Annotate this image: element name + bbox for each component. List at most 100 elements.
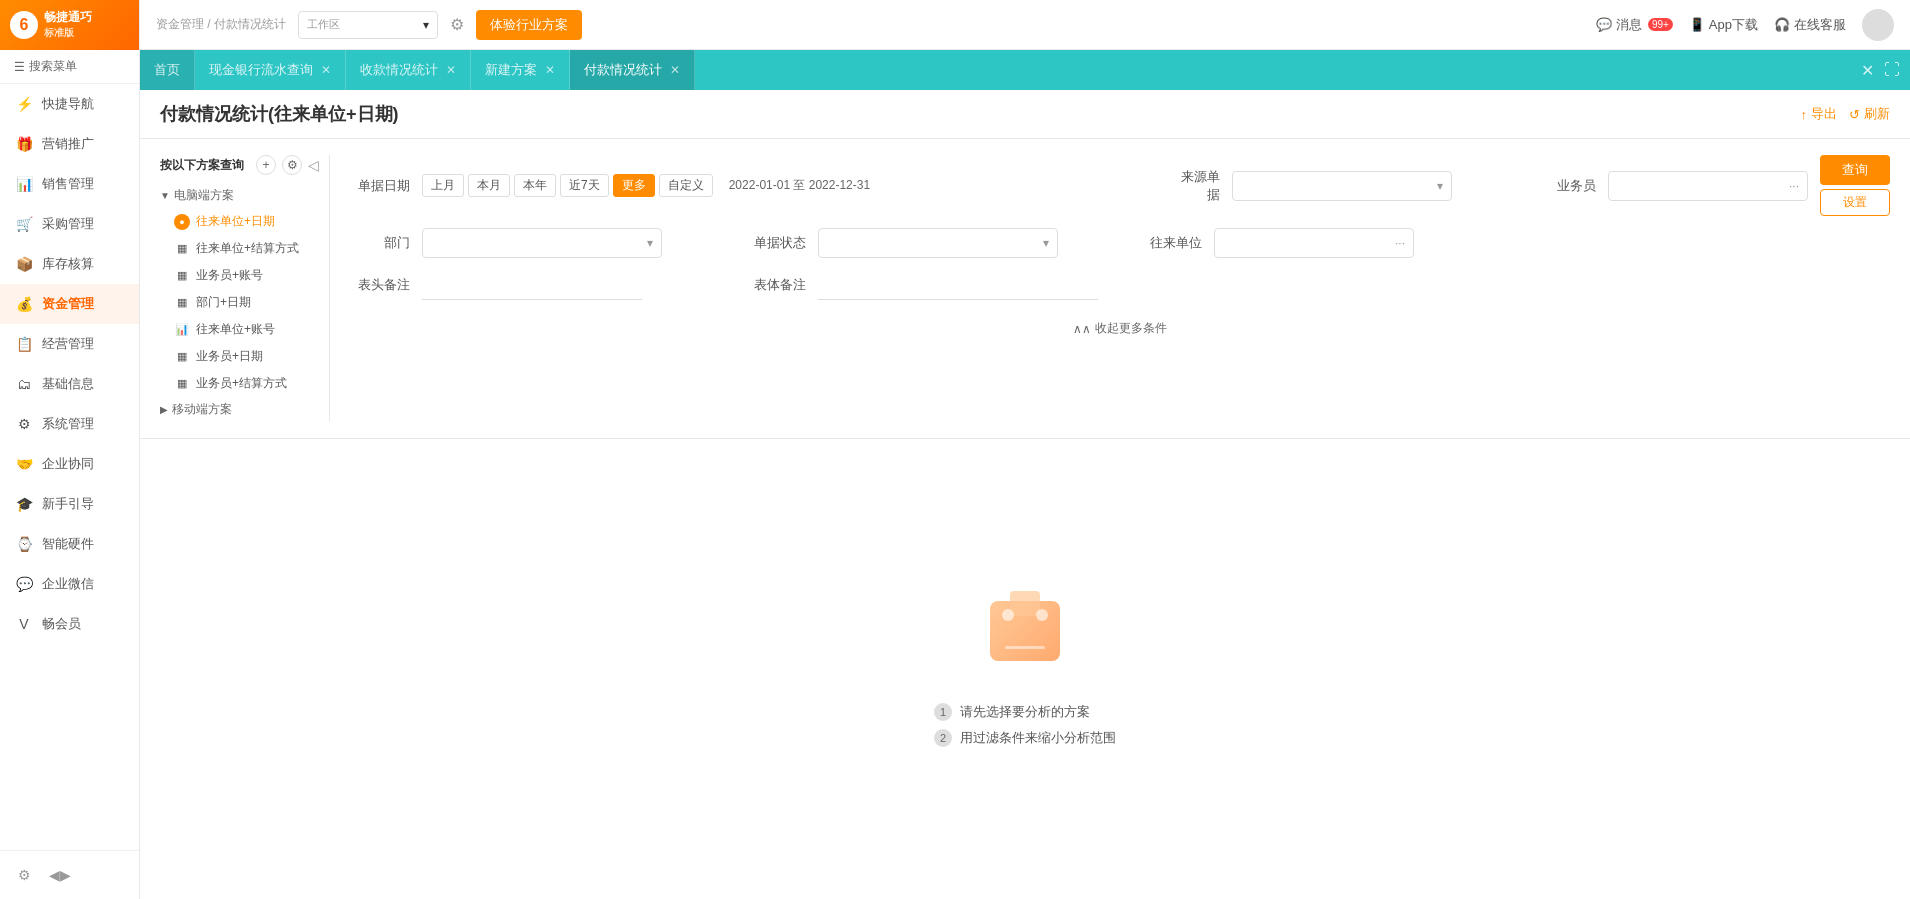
hint-num-1: 1	[934, 703, 952, 721]
tab-receivable[interactable]: 收款情况统计 ✕	[346, 50, 471, 90]
export-icon: ↑	[1801, 107, 1808, 122]
sidebar-item-member[interactable]: V 畅会员	[0, 604, 139, 644]
scheme-item-agent-settle[interactable]: ▦ 业务员+结算方式	[170, 370, 319, 397]
scheme-item-label: 往来单位+日期	[196, 213, 275, 230]
scheme-item-dept-date[interactable]: ▦ 部门+日期	[170, 289, 319, 316]
hardware-icon: ⌚	[14, 534, 34, 554]
sidebar-item-purchase[interactable]: 🛒 采购管理	[0, 204, 139, 244]
user-avatar[interactable]	[1862, 9, 1894, 41]
new-scheme-label: 新建方案	[485, 61, 537, 79]
collapse-more-btn[interactable]: ∧∧ 收起更多条件	[350, 312, 1890, 345]
date-btn-last-month[interactable]: 上月	[422, 174, 464, 197]
header-note-input[interactable]	[422, 270, 642, 300]
sidebar-item-label: 库存核算	[42, 255, 94, 273]
tab-payment-stats[interactable]: 付款情况统计 ✕	[570, 50, 695, 90]
tab-bar: 首页 现金银行流水查询 ✕ 收款情况统计 ✕ 新建方案 ✕ 付款情况统计 ✕ ✕…	[140, 50, 1910, 90]
sidebar-item-basic-info[interactable]: 🗂 基础信息	[0, 364, 139, 404]
tab-maximize-icon[interactable]: ⛶	[1884, 61, 1900, 79]
dept-select[interactable]: ▾	[422, 228, 662, 258]
scheme-item-agent-date[interactable]: ▦ 业务员+日期	[170, 343, 319, 370]
source-select[interactable]: ▾	[1232, 171, 1452, 201]
filter-row-1: 单据日期 上月 本月 本年 近7天 更多 自定义 2022-01-01 至 20…	[350, 155, 1890, 216]
sidebar-item-system[interactable]: ⚙ 系统管理	[0, 404, 139, 444]
tab-close-all-icon[interactable]: ✕	[1861, 61, 1874, 80]
query-btn[interactable]: 查询	[1820, 155, 1890, 185]
date-btn-this-month[interactable]: 本月	[468, 174, 510, 197]
tab-close-bank-flow[interactable]: ✕	[321, 63, 331, 77]
online-service-btn[interactable]: 🎧 在线客服	[1774, 16, 1846, 34]
sidebar-item-operation[interactable]: 📋 经营管理	[0, 324, 139, 364]
date-btn-this-year[interactable]: 本年	[514, 174, 556, 197]
refresh-icon: ↺	[1849, 107, 1860, 122]
status-select[interactable]: ▾	[818, 228, 1058, 258]
scheme-item-counterpart-account[interactable]: 📊 往来单位+账号	[170, 316, 319, 343]
date-range-display: 2022-01-01 至 2022-12-31	[729, 177, 870, 194]
mobile-scheme-group[interactable]: ▶ 移动端方案	[160, 397, 319, 422]
messages-badge: 99+	[1648, 18, 1673, 31]
app-name: 畅捷通巧	[44, 10, 92, 26]
sidebar-item-label: 经营管理	[42, 335, 94, 353]
agent-select[interactable]: ···	[1608, 171, 1808, 201]
header-gear-icon[interactable]: ⚙	[450, 15, 464, 34]
experience-btn[interactable]: 体验行业方案	[476, 10, 582, 40]
date-btn-7-days[interactable]: 近7天	[560, 174, 609, 197]
scheme-panel-label: 按以下方案查询	[160, 157, 244, 174]
date-btn-more[interactable]: 更多	[613, 174, 655, 197]
counterpart-dropdown-icon: ···	[1395, 236, 1405, 250]
empty-hint-2: 2 用过滤条件来缩小分析范围	[934, 729, 1116, 747]
agent-dropdown-icon: ···	[1789, 179, 1799, 193]
tab-close-payment-stats[interactable]: ✕	[670, 63, 680, 77]
sidebar-item-hardware[interactable]: ⌚ 智能硬件	[0, 524, 139, 564]
app-download-btn[interactable]: 📱 App下载	[1689, 16, 1758, 34]
scheme-item-counterpart-date[interactable]: ● 往来单位+日期	[170, 208, 319, 235]
scheme-item-counterpart-settle[interactable]: ▦ 往来单位+结算方式	[170, 235, 319, 262]
empty-illustration	[965, 591, 1085, 691]
collapse-scheme-icon[interactable]: ◁	[308, 157, 319, 173]
dept-label: 部门	[350, 234, 410, 252]
sidebar-item-marketing[interactable]: 🎁 营销推广	[0, 124, 139, 164]
pc-scheme-group[interactable]: ▼ 电脑端方案	[160, 183, 319, 208]
sidebar-item-inventory[interactable]: 📦 库存核算	[0, 244, 139, 284]
active-scheme-icon: ●	[174, 214, 190, 230]
settings-bottom-icon[interactable]: ⚙	[10, 861, 38, 889]
status-dropdown-icon: ▾	[1043, 236, 1049, 250]
tab-home[interactable]: 首页	[140, 50, 195, 90]
search-menu[interactable]: ☰ 搜索菜单	[0, 50, 139, 84]
manage-scheme-btn[interactable]: ⚙	[282, 155, 302, 175]
scheme-item-agent-account[interactable]: ▦ 业务员+账号	[170, 262, 319, 289]
counterpart-select[interactable]: ···	[1214, 228, 1414, 258]
hint-num-2: 2	[934, 729, 952, 747]
tab-close-new-scheme[interactable]: ✕	[545, 63, 555, 77]
tab-bank-flow[interactable]: 现金银行流水查询 ✕	[195, 50, 346, 90]
source-dropdown-icon: ▾	[1437, 179, 1443, 193]
export-btn[interactable]: ↑ 导出	[1801, 105, 1838, 123]
tab-new-scheme[interactable]: 新建方案 ✕	[471, 50, 570, 90]
marketing-icon: 🎁	[14, 134, 34, 154]
sidebar-item-guide[interactable]: 🎓 新手引导	[0, 484, 139, 524]
tab-close-receivable[interactable]: ✕	[446, 63, 456, 77]
sidebar-item-wechat[interactable]: 💬 企业微信	[0, 564, 139, 604]
sidebar-item-enterprise[interactable]: 🤝 企业协同	[0, 444, 139, 484]
filter-row-2: 部门 ▾ 单据状态 ▾ 往来单位 ···	[350, 228, 1890, 258]
sidebar-item-label: 资金管理	[42, 295, 94, 313]
content: 付款情况统计(往来单位+日期) ↑ 导出 ↺ 刷新 按以下方案查询 +	[140, 90, 1910, 899]
empty-hints: 1 请先选择要分析的方案 2 用过滤条件来缩小分析范围	[934, 703, 1116, 747]
pc-group-arrow: ▼	[160, 190, 170, 201]
date-btn-custom[interactable]: 自定义	[659, 174, 713, 197]
sidebar-item-sales[interactable]: 📊 销售管理	[0, 164, 139, 204]
table-icon: ▦	[174, 349, 190, 365]
collapse-sidebar-icon[interactable]: ◀▶	[46, 861, 74, 889]
setting-btn[interactable]: 设置	[1820, 189, 1890, 216]
body-note-input[interactable]	[818, 270, 1098, 300]
sidebar-item-label: 采购管理	[42, 215, 94, 233]
chevron-down-icon: ▾	[423, 18, 429, 32]
sidebar-item-quick-nav[interactable]: ⚡ 快捷导航	[0, 84, 139, 124]
refresh-btn[interactable]: ↺ 刷新	[1849, 105, 1890, 123]
header-right: 💬 消息 99+ 📱 App下载 🎧 在线客服	[1596, 9, 1894, 41]
logo-text-block: 畅捷通巧 标准版	[44, 10, 92, 40]
sidebar-item-finance[interactable]: 💰 资金管理	[0, 284, 139, 324]
messages-btn[interactable]: 💬 消息 99+	[1596, 16, 1673, 34]
workspace-dropdown[interactable]: 工作区 ▾	[298, 11, 438, 39]
add-scheme-btn[interactable]: +	[256, 155, 276, 175]
search-label: 搜索菜单	[29, 58, 77, 75]
